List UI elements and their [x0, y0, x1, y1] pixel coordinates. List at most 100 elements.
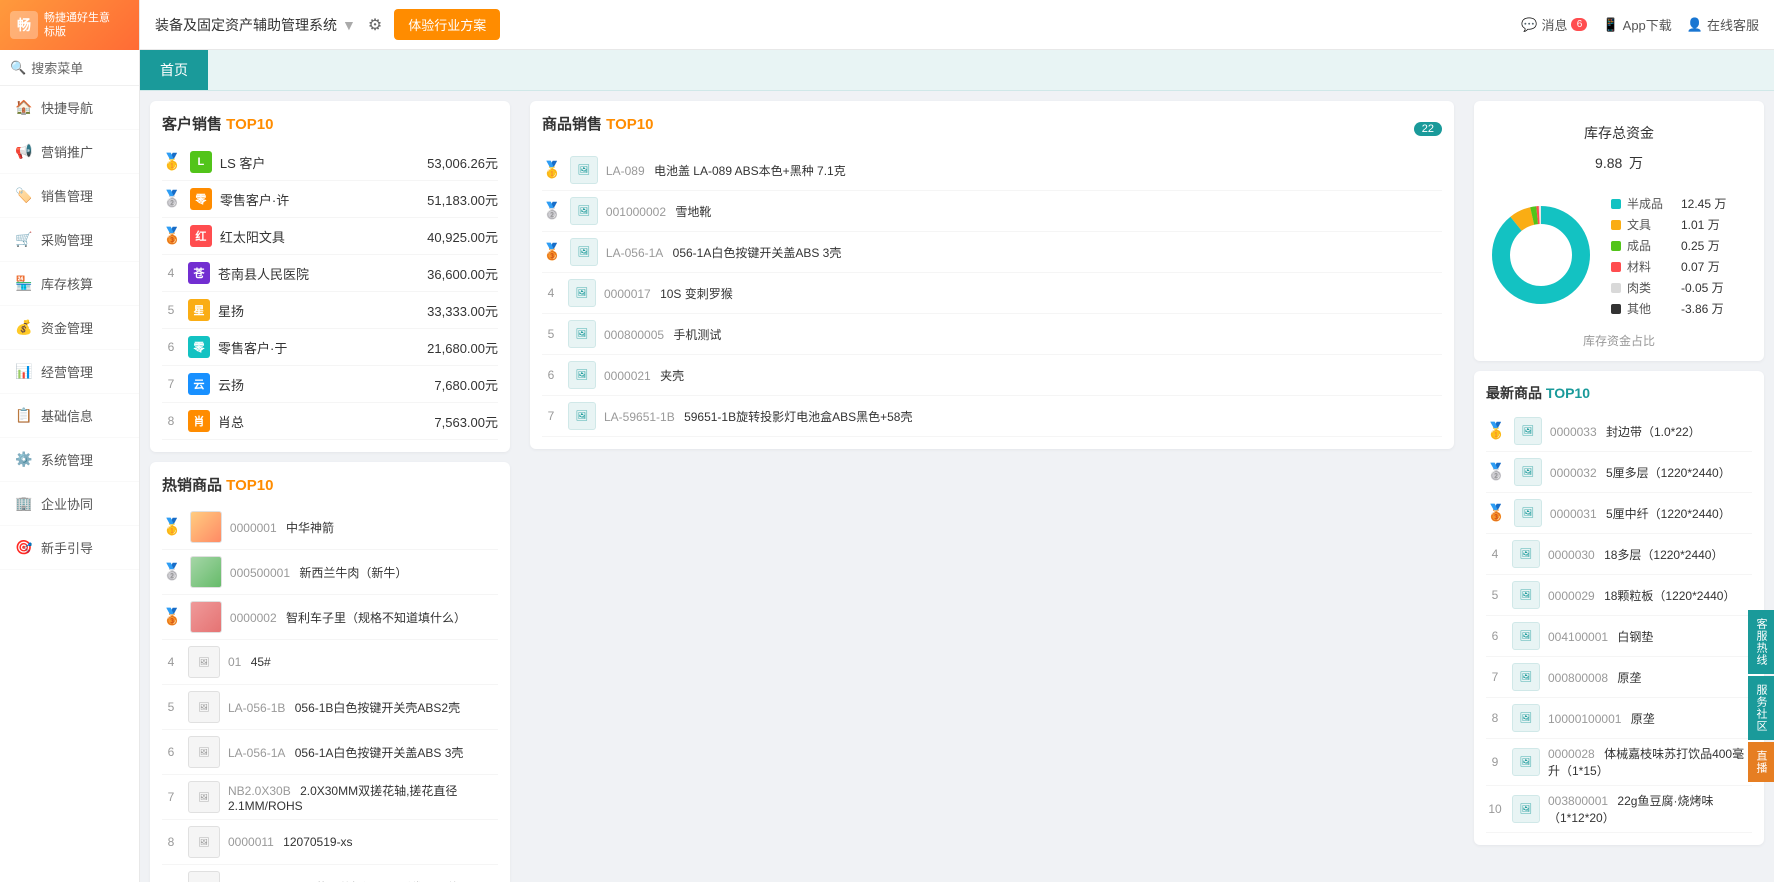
logo-area: 畅 畅捷通好生意 标版	[0, 0, 139, 50]
customer-amount: 40,925.00元	[427, 227, 498, 246]
trial-button[interactable]: 体验行业方案	[394, 9, 500, 40]
floating-buttons: 客服热线 服务社区 直播	[1748, 610, 1774, 782]
search-menu[interactable]: 🔍 搜索菜单	[0, 50, 139, 86]
online-service-btn[interactable]: 👤 在线客服	[1687, 15, 1759, 34]
product-info: LA-056-1A 056-1A白色按键开关盖ABS 3壳	[606, 244, 1442, 261]
legend-item: 肉类 -0.05 万	[1611, 279, 1726, 296]
sidebar-item-operation[interactable]: 📊经营管理	[0, 350, 139, 394]
live-btn[interactable]: 直播	[1748, 742, 1774, 782]
product-code: 0000001	[230, 521, 277, 535]
rank-number: 7	[162, 377, 180, 391]
avatar: 红	[190, 225, 212, 247]
tab-home[interactable]: 首页	[140, 50, 208, 90]
list-item: 7 🖼 LA-59651-1B 59651-1B旋转投影灯电池盒ABS黑色+58…	[542, 396, 1442, 437]
medal-gold: 🥇	[542, 160, 562, 180]
product-icon: 🖼	[1512, 540, 1540, 568]
table-row: 8 肖 肖总 7,563.00元	[162, 403, 498, 440]
product-name: 18颗粒板（1220*2440）	[1604, 589, 1735, 603]
inventory-total-value: 9.88 万	[1486, 147, 1752, 175]
product-code: 003800001	[1548, 794, 1608, 808]
sidebar-item-quick-nav[interactable]: 🏠快捷导航	[0, 86, 139, 130]
nav-icon-system: ⚙️	[15, 451, 33, 469]
list-item: 7 🖼 000800008 原垄	[1486, 657, 1752, 698]
sidebar-item-sales[interactable]: 🏷️销售管理	[0, 174, 139, 218]
customer-name: 苍南县人民医院	[218, 264, 419, 283]
nav-label-finance: 资金管理	[41, 318, 93, 337]
sidebar-item-inventory[interactable]: 🏪库存核算	[0, 262, 139, 306]
product-info: 0000002 智利车子里（规格不知道填什么）	[230, 609, 498, 626]
rank-number: 8	[162, 835, 180, 849]
list-item: 6 🖼 0000021 夹壳	[542, 355, 1442, 396]
legend-item: 其他 -3.86 万	[1611, 300, 1726, 317]
sidebar-item-enterprise[interactable]: 🏢 企业协同	[0, 482, 139, 526]
sidebar-item-basic[interactable]: 📋基础信息	[0, 394, 139, 438]
logo-icon: 畅	[10, 11, 38, 39]
product-icon: 🖼	[568, 320, 596, 348]
search-icon: 🔍	[10, 60, 26, 76]
settings-button[interactable]: ⚙	[366, 13, 384, 37]
nav-icon-purchase: 🛒	[15, 231, 33, 249]
product-name: 原垄	[1631, 712, 1655, 726]
product-name: 夹壳	[660, 369, 684, 383]
customer-amount: 36,600.00元	[427, 264, 498, 283]
sidebar-nav: 🏠快捷导航📢营销推广🏷️销售管理🛒采购管理🏪库存核算💰资金管理📊经营管理📋基础信…	[0, 86, 139, 570]
customer-name: 红太阳文具	[220, 227, 419, 246]
nav-label-enterprise: 企业协同	[41, 494, 93, 513]
medal-bronze: 🥉	[1486, 503, 1506, 523]
sidebar-item-system[interactable]: ⚙️系统管理	[0, 438, 139, 482]
product-info: 000800005 手机测试	[604, 326, 1442, 343]
legend-dot	[1611, 241, 1621, 251]
nav-icon-operation: 📊	[15, 363, 33, 381]
app-download-btn[interactable]: 📱 App下载	[1602, 15, 1671, 34]
sidebar-item-finance[interactable]: 💰资金管理	[0, 306, 139, 350]
product-name: 10S 变刺罗猴	[660, 287, 733, 301]
list-item: 6 🖼 004100001 白钢垫	[1486, 616, 1752, 657]
product-icon: 🖼	[1514, 417, 1542, 445]
list-item: 8 🖼 10000100001 原垄	[1486, 698, 1752, 739]
product-code: 01	[228, 655, 241, 669]
product-code: 0000031	[1550, 507, 1597, 521]
message-btn[interactable]: 💬 消息 6	[1521, 15, 1587, 34]
legend-value: 12.45 万	[1681, 195, 1726, 212]
product-icon: 🖼	[1512, 581, 1540, 609]
product-info: 0000031 5厘中纤（1220*2440）	[1550, 505, 1752, 522]
list-item: 🥉 🖼 LA-056-1A 056-1A白色按键开关盖ABS 3壳	[542, 232, 1442, 273]
dropdown-icon[interactable]: ▼	[342, 17, 356, 33]
product-name: 电池盖 LA-089 ABS本色+黑种 7.1克	[654, 164, 846, 178]
list-item: 10 🖼 003800001 22g鱼豆腐·烧烤味（1*12*20）	[1486, 786, 1752, 833]
product-info: NB2.0X30B 2.0X30MM双搓花轴,搓花直径2.1MM/ROHS	[228, 782, 498, 813]
nav-icon-enterprise: 🏢	[15, 495, 33, 513]
list-item: 🥉 🖼 0000031 5厘中纤（1220*2440）	[1486, 493, 1752, 534]
list-item: 🥈 🖼 0000032 5厘多层（1220*2440）	[1486, 452, 1752, 493]
legend-item: 成品 0.25 万	[1611, 237, 1726, 254]
product-info: 0000017 10S 变刺罗猴	[604, 285, 1442, 302]
legend-name: 材料	[1627, 258, 1667, 275]
sidebar-item-marketing[interactable]: 📢营销推广	[0, 130, 139, 174]
list-item: 5 🖼 0000029 18颗粒板（1220*2440）	[1486, 575, 1752, 616]
rank-number: 7	[542, 409, 560, 423]
product-name: 056-1A白色按键开关盖ABS 3壳	[673, 246, 842, 260]
customer-amount: 7,563.00元	[434, 412, 498, 431]
medal-gold: 🥇	[162, 152, 182, 172]
service-community-btn[interactable]: 服务社区	[1748, 676, 1774, 740]
product-code: 0000032	[1550, 466, 1597, 480]
product-icon: 🖼	[568, 361, 596, 389]
rank-number: 5	[162, 303, 180, 317]
customer-service-btn[interactable]: 客服热线	[1748, 610, 1774, 674]
rank-number: 8	[1486, 711, 1504, 725]
product-icon: 🖼	[1512, 622, 1540, 650]
product-name: 056-1B白色按键开关壳ABS2壳	[295, 701, 460, 715]
product-name: 中华神箭	[286, 521, 334, 535]
product-thumbnail	[190, 511, 222, 543]
customer-sales-highlight: TOP10	[226, 116, 273, 133]
customer-sales-card: 客户销售 TOP10 🥇 L LS 客户 53,006.26元 🥈 零 零售客户…	[150, 101, 510, 452]
rank-number: 4	[542, 286, 560, 300]
sidebar-item-guide[interactable]: 🎯新手引导	[0, 526, 139, 570]
product-code: 0000028	[1548, 747, 1595, 761]
product-thumbnail	[190, 601, 222, 633]
product-info: 001000002 雪地靴	[606, 203, 1442, 220]
product-icon: 🖼	[1512, 748, 1540, 776]
table-row: 7 云 云扬 7,680.00元	[162, 366, 498, 403]
avatar: 云	[188, 373, 210, 395]
sidebar-item-purchase[interactable]: 🛒采购管理	[0, 218, 139, 262]
